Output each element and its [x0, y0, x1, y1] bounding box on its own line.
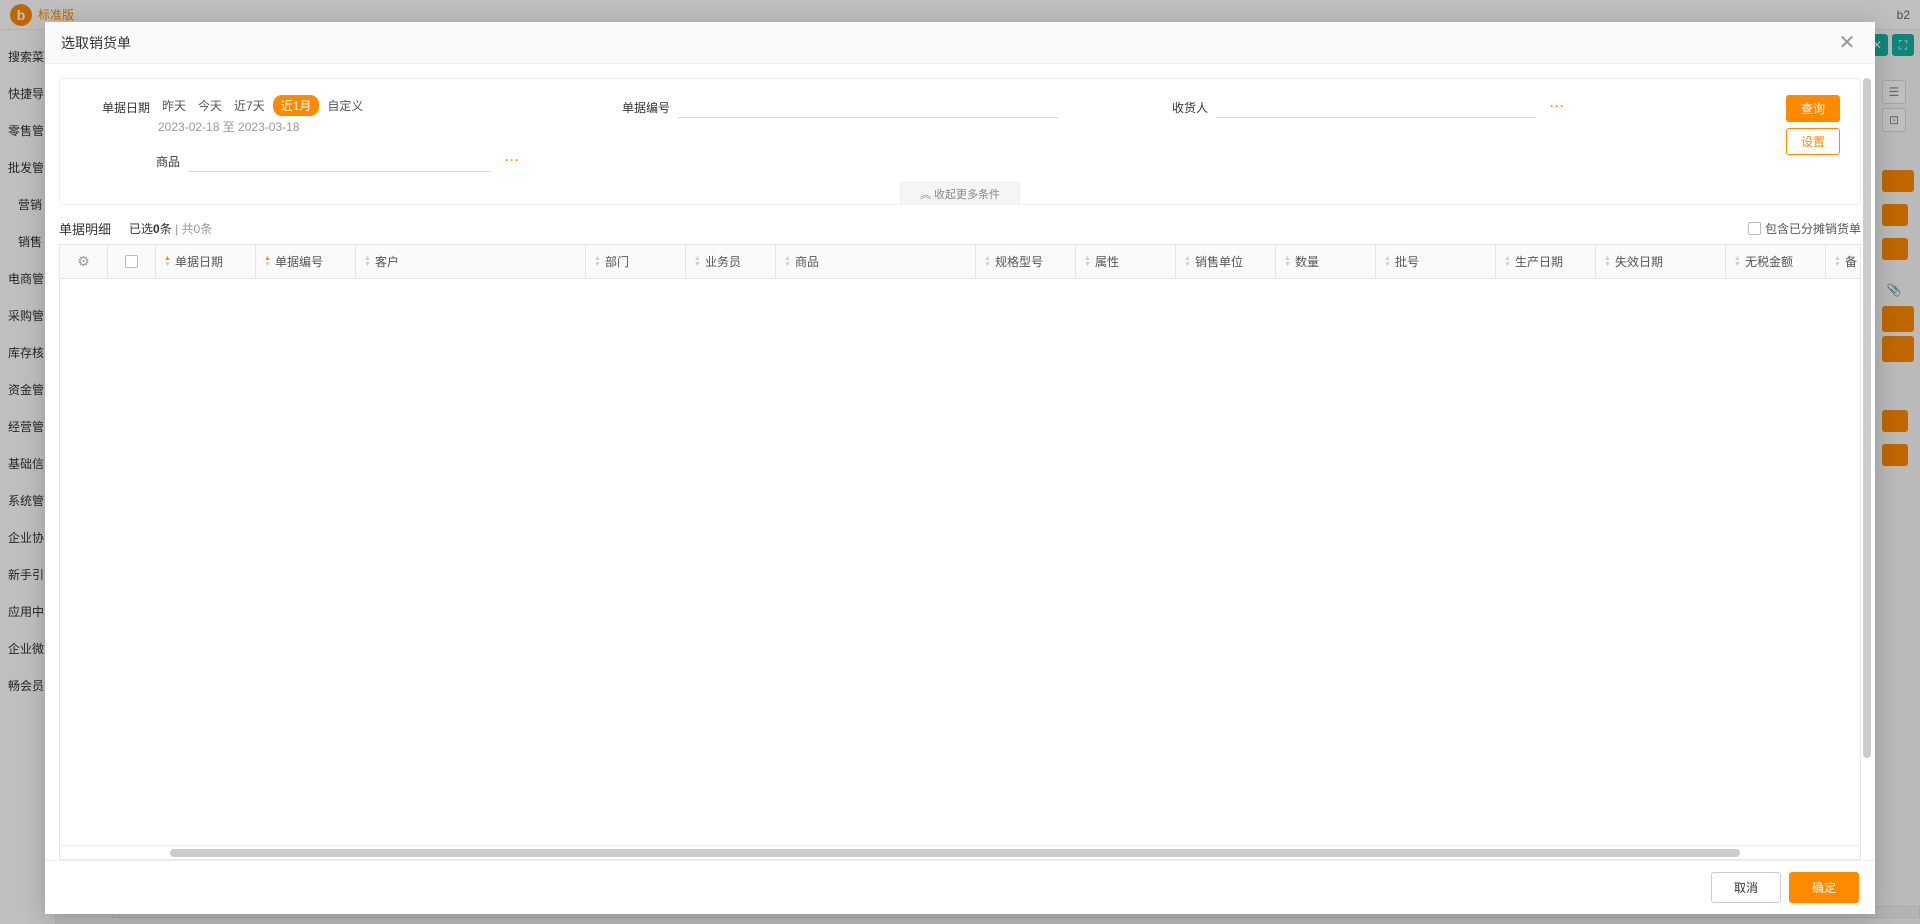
sort-icon[interactable]: ▲▼ [1084, 256, 1091, 268]
date-chip-yesterday[interactable]: 昨天 [158, 95, 190, 116]
table-toolbar: 单据明细 已选0条 | 共0条 包含已分摊销货单 [59, 219, 1861, 244]
column-header-spec[interactable]: ▲▼ 规格型号 [976, 245, 1076, 278]
select-all-checkbox[interactable] [108, 245, 156, 278]
column-header-expiry[interactable]: ▲▼ 失效日期 [1596, 245, 1726, 278]
table-header: ⚙ ▲▼ 单据日期 ▲▼ 单据编号 ▲▼ 客户 ▲▼ 部门 ▲▼ 业务员 ▲▼ 商品 ▲▼ 规格型号 ▲▼ 属… [60, 245, 1860, 279]
date-range-text: 2023-02-18 至 2023-03-18 [158, 118, 367, 135]
select-sales-order-modal: 选取销货单 ✕ 单据日期 昨天 今天 近7天 近1月 [45, 22, 1875, 914]
column-label: 数量 [1295, 253, 1319, 270]
product-input[interactable] [188, 149, 491, 172]
column-header-remark[interactable]: ▲▼ 备 [1826, 245, 1861, 278]
column-header-customer[interactable]: ▲▼ 客户 [356, 245, 586, 278]
date-chip-custom[interactable]: 自定义 [323, 95, 367, 116]
sort-icon[interactable]: ▲▼ [594, 256, 601, 268]
column-label: 客户 [375, 253, 399, 270]
modal-title: 选取销货单 [61, 33, 131, 53]
column-header-sales[interactable]: ▲▼ 业务员 [686, 245, 776, 278]
sort-icon[interactable]: ▲▼ [264, 256, 271, 268]
column-label: 单据编号 [275, 253, 323, 270]
column-label: 商品 [795, 253, 819, 270]
sort-icon[interactable]: ▲▼ [1384, 256, 1391, 268]
table-wrapper: ⚙ ▲▼ 单据日期 ▲▼ 单据编号 ▲▼ 客户 ▲▼ 部门 ▲▼ 业务员 ▲▼ 商品 ▲▼ 规格型号 ▲▼ 属… [59, 244, 1861, 860]
modal-overlay: 选取销货单 ✕ 单据日期 昨天 今天 近7天 近1月 [0, 0, 1920, 924]
sort-icon[interactable]: ▲▼ [1184, 256, 1191, 268]
selected-count: 已选0条 [129, 222, 175, 236]
sort-icon[interactable]: ▲▼ [1604, 256, 1611, 268]
sort-icon[interactable]: ▲▼ [364, 256, 371, 268]
doc-no-input[interactable] [678, 95, 1058, 118]
total-count: | 共0条 [175, 222, 212, 236]
date-chip-last1m[interactable]: 近1月 [273, 95, 320, 116]
modal-vertical-scrollbar[interactable] [1863, 78, 1873, 860]
filter-label-product: 商品 [80, 149, 180, 170]
settings-button[interactable]: 设置 [1786, 128, 1840, 155]
product-more-icon[interactable]: ··· [505, 149, 520, 167]
filter-panel: 单据日期 昨天 今天 近7天 近1月 自定义 2023-02-18 至 2023… [59, 78, 1861, 205]
column-label: 失效日期 [1615, 253, 1663, 270]
sort-icon[interactable]: ▲▼ [1504, 256, 1511, 268]
tab-detail[interactable]: 单据明细 [59, 219, 111, 238]
sort-icon[interactable]: ▲▼ [1834, 256, 1841, 268]
search-button[interactable]: 查询 [1786, 95, 1840, 122]
collapse-conditions[interactable]: ︽ 收起更多条件 [900, 182, 1020, 205]
column-label: 备 [1845, 253, 1857, 270]
filter-actions: 查询 设置 [1786, 95, 1840, 155]
close-icon[interactable]: ✕ [1835, 31, 1859, 55]
modal-footer: 取消 确定 [45, 860, 1875, 914]
column-header-doc_no[interactable]: ▲▼ 单据编号 [256, 245, 356, 278]
scrollbar-thumb[interactable] [1863, 78, 1871, 758]
column-header-batch[interactable]: ▲▼ 批号 [1376, 245, 1496, 278]
column-label: 无税金额 [1745, 253, 1793, 270]
filter-product: 商品 ··· [80, 149, 520, 172]
sort-icon[interactable]: ▲▼ [694, 256, 701, 268]
filter-label-receiver: 收货人 [1138, 95, 1208, 116]
column-label: 销售单位 [1195, 253, 1243, 270]
receiver-input[interactable] [1216, 95, 1536, 118]
date-chip-today[interactable]: 今天 [194, 95, 226, 116]
column-label: 业务员 [705, 253, 741, 270]
chevron-up-icon: ︽ [920, 189, 934, 201]
filter-receiver: 收货人 ··· [1138, 95, 1565, 118]
column-label: 部门 [605, 253, 629, 270]
column-header-attr[interactable]: ▲▼ 属性 [1076, 245, 1176, 278]
receiver-more-icon[interactable]: ··· [1550, 95, 1565, 113]
filter-doc-no: 单据编号 [600, 95, 1058, 118]
sort-icon[interactable]: ▲▼ [164, 256, 171, 268]
table-section: 单据明细 已选0条 | 共0条 包含已分摊销货单 ⚙ [59, 219, 1861, 860]
column-header-sale_unit[interactable]: ▲▼ 销售单位 [1176, 245, 1276, 278]
date-chip-last7[interactable]: 近7天 [230, 95, 269, 116]
column-header-qty[interactable]: ▲▼ 数量 [1276, 245, 1376, 278]
modal-body: 单据日期 昨天 今天 近7天 近1月 自定义 2023-02-18 至 2023… [45, 64, 1875, 860]
checkbox-icon[interactable] [1748, 222, 1761, 235]
include-assigned-checkbox[interactable]: 包含已分摊销货单 [1748, 220, 1861, 237]
filter-label-doc-no: 单据编号 [600, 95, 670, 116]
column-label: 生产日期 [1515, 253, 1563, 270]
column-header-prod_date[interactable]: ▲▼ 生产日期 [1496, 245, 1596, 278]
sort-icon[interactable]: ▲▼ [1284, 256, 1291, 268]
column-header-pretax[interactable]: ▲▼ 无税金额 [1726, 245, 1826, 278]
filter-date: 单据日期 昨天 今天 近7天 近1月 自定义 2023-02-18 至 2023… [80, 95, 520, 135]
column-label: 批号 [1395, 253, 1419, 270]
sort-icon[interactable]: ▲▼ [984, 256, 991, 268]
date-quick-picks: 昨天 今天 近7天 近1月 自定义 [158, 95, 367, 116]
column-header-date[interactable]: ▲▼ 单据日期 [156, 245, 256, 278]
modal-header: 选取销货单 ✕ [45, 22, 1875, 64]
cancel-button[interactable]: 取消 [1711, 872, 1781, 903]
column-label: 属性 [1095, 253, 1119, 270]
sort-icon[interactable]: ▲▼ [784, 256, 791, 268]
sort-icon[interactable]: ▲▼ [1734, 256, 1741, 268]
table-body-empty [60, 279, 1860, 845]
column-label: 规格型号 [995, 253, 1043, 270]
column-label: 单据日期 [175, 253, 223, 270]
column-header-product[interactable]: ▲▼ 商品 [776, 245, 976, 278]
table-horizontal-scrollbar[interactable] [60, 845, 1860, 859]
gear-icon[interactable]: ⚙ [60, 245, 108, 278]
scrollbar-thumb[interactable] [170, 849, 1740, 857]
column-header-dept[interactable]: ▲▼ 部门 [586, 245, 686, 278]
filter-label-date: 单据日期 [80, 95, 150, 116]
confirm-button[interactable]: 确定 [1789, 872, 1859, 903]
